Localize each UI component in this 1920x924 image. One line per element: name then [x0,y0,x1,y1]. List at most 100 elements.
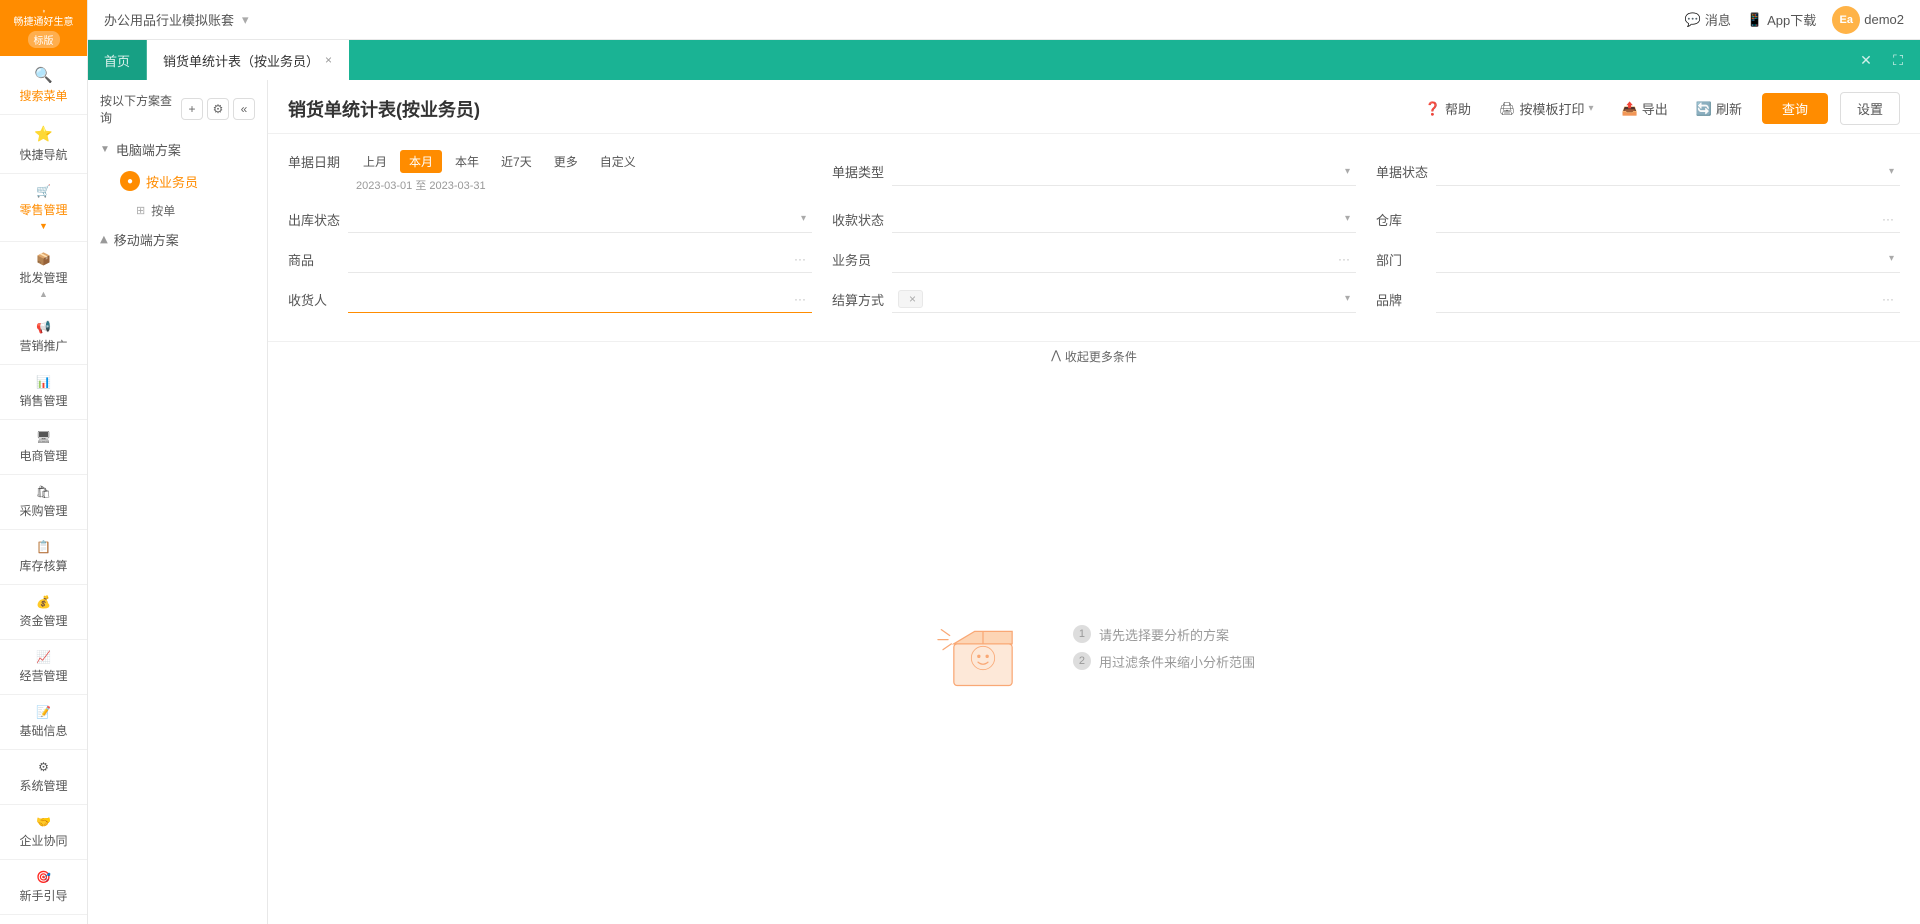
sidebar-retail-label: 零售管理 [19,201,67,218]
docstatus-label: 单据状态 [1376,162,1436,181]
collapse-bar[interactable]: ⋀ 收起更多条件 [268,341,1920,371]
settle-dropdown-icon[interactable]: ▾ [1345,293,1350,304]
collectstatus-control[interactable]: ▾ [892,205,1356,233]
tab-sales-stats-label: 销货单统计表（按业务员） [163,51,319,70]
sidebar-item-operations[interactable]: 📈 经营管理 [0,640,88,695]
print-btn[interactable]: 🖨 按模板打印 ▾ [1491,95,1602,122]
sidebar-item-sales[interactable]: 📊 销售管理 [0,365,88,420]
message-icon: 💬 [1685,12,1701,28]
doctype-control[interactable]: ▾ [892,158,1356,186]
page-title-bar: 销货单统计表(按业务员) ❓ 帮助 🖨 按模板打印 ▾ 📤 [268,80,1920,134]
warehouse-control[interactable]: ··· [1436,205,1900,233]
sidebar-item-system[interactable]: ⚙ 系统管理 [0,750,88,805]
sidebar-item-finance[interactable]: 💰 资金管理 [0,585,88,640]
settle-tag-close[interactable]: × [909,292,916,306]
date-btn-thismonth[interactable]: 本月 [400,150,442,173]
outstatus-control[interactable]: ▾ [348,205,812,233]
date-btn-lastmonth[interactable]: 上月 [354,150,396,173]
salesman-control[interactable]: ··· [892,245,1356,273]
date-btn-custom[interactable]: 自定义 [591,150,645,173]
sidebar-item-wholesale[interactable]: 📦 批发管理 ▲ [0,242,88,310]
avatar: Ea [1832,6,1860,34]
nav-dropdown-icon[interactable]: ▾ [242,12,249,28]
user-name: demo2 [1864,12,1904,27]
empty-state: 1 请先选择要分析的方案 2 用过滤条件来缩小分析范围 [268,371,1920,924]
help-icon: ❓ [1425,101,1441,117]
tab-sales-stats[interactable]: 销货单统计表（按业务员） × [147,40,349,80]
export-btn[interactable]: 📤 导出 [1614,95,1676,122]
sidebar-guide-label: 新手引导 [19,887,67,904]
main-panel: 销货单统计表(按业务员) ❓ 帮助 🖨 按模板打印 ▾ 📤 [268,80,1920,924]
scheme-settings-btn[interactable]: ⚙ [207,98,229,120]
sidebar-shortcut[interactable]: ⭐ 快捷导航 [0,115,88,174]
message-action[interactable]: 💬 消息 [1685,10,1731,29]
refresh-btn[interactable]: 🔄 刷新 [1688,95,1750,122]
scheme-item-salesman-label: 按业务员 [146,172,198,191]
sidebar-search[interactable]: 🔍 搜索菜单 [0,56,88,115]
tab-home-label: 首页 [104,51,130,70]
filter-row-2: 出库状态 ▾ 收款状态 ▾ [288,205,1900,233]
sidebar-item-inventory[interactable]: 📋 库存核算 [0,530,88,585]
query-button[interactable]: 查询 [1762,93,1828,124]
sidebar-item-guide[interactable]: 🎯 新手引导 [0,860,88,915]
consignee-control[interactable]: ··· [348,285,812,313]
scheme-add-btn[interactable]: + [181,98,203,120]
sidebar-shortcut-label: 快捷导航 [19,146,67,163]
filter-outstatus: 出库状态 ▾ [288,205,812,233]
user-action[interactable]: Ea demo2 [1832,6,1904,34]
tip-num-1: 1 [1073,625,1091,643]
settings-button[interactable]: 设置 [1840,92,1900,125]
date-btn-7days[interactable]: 近7天 [492,150,541,173]
filter-area: 单据日期 上月 本月 本年 近7天 更多 自定义 [268,134,1920,341]
scheme-item-active-dot: ● [120,171,140,191]
help-btn[interactable]: ❓ 帮助 [1417,95,1479,122]
scheme-category-mobile[interactable]: ▶ 移动端方案 [88,224,267,255]
sidebar-item-purchase[interactable]: 🛍 采购管理 [0,475,88,530]
scheme-category-desktop[interactable]: ▼ 电脑端方案 [88,134,267,165]
logo-sub: 标版 [28,31,60,48]
sidebar-item-ecommerce[interactable]: 🖥 电商管理 [0,420,88,475]
outstatus-dropdown-icon: ▾ [801,213,806,224]
tab-close-icon[interactable]: × [325,53,332,67]
tab-expand-btn[interactable]: ⛶ [1884,46,1912,74]
filter-row-1: 单据日期 上月 本月 本年 近7天 更多 自定义 [288,150,1900,193]
scheme-sub-item-doc-label: 按单 [151,202,175,219]
collectstatus-dropdown-icon: ▾ [1345,213,1350,224]
purchase-icon: 🛍 [36,485,51,499]
sidebar-item-basic[interactable]: 📝 基础信息 [0,695,88,750]
sidebar-item-collab[interactable]: 🤝 企业协同 [0,805,88,860]
tab-close-btn[interactable]: ✕ [1852,46,1880,74]
brand-control[interactable]: ··· [1436,285,1900,313]
scheme-collapse-btn[interactable]: « [233,98,255,120]
consignee-input[interactable] [354,291,794,306]
brand-dots-icon[interactable]: ··· [1882,292,1894,306]
app-download-action[interactable]: 📱 App下载 [1747,10,1816,29]
salesman-label: 业务员 [832,250,892,269]
sidebar-item-marketing[interactable]: 📢 营销推广 [0,310,88,365]
consignee-dots-icon[interactable]: ··· [794,292,806,306]
goods-dots-icon[interactable]: ··· [794,252,806,266]
scheme-panel: 按以下方案查询 + ⚙ « ▼ 电脑端方案 ● 按业务员 ⊞ [88,80,268,924]
salesman-dots-icon[interactable]: ··· [1338,252,1350,266]
docstatus-control[interactable]: ▾ [1436,158,1900,186]
sidebar-item-retail[interactable]: 🛒 零售管理 ▼ [0,174,88,242]
sidebar-finance-label: 资金管理 [19,612,67,629]
sidebar-system-label: 系统管理 [19,777,67,794]
warehouse-dots-icon[interactable]: ··· [1882,212,1894,226]
scheme-item-salesman[interactable]: ● 按业务员 [88,165,267,197]
sidebar-wholesale-label: 批发管理 [19,269,67,286]
search-icon: 🔍 [34,66,53,84]
date-btn-more[interactable]: 更多 [545,150,587,173]
export-label: 导出 [1642,99,1668,118]
date-btn-thisyear[interactable]: 本年 [446,150,488,173]
app-download-label: App下载 [1767,10,1816,29]
guide-icon: 🎯 [36,870,51,884]
goods-control[interactable]: ··· [348,245,812,273]
print-icon: 🖨 [1499,101,1516,117]
wholesale-icon: 📦 [36,252,51,266]
scheme-sub-item-doc[interactable]: ⊞ 按单 [88,197,267,224]
dept-control[interactable]: ▾ [1436,245,1900,273]
sidebar-item-apps[interactable]: 🧩 应用中心 [0,915,88,924]
sidebar-logo: 好 畅捷通好生意 标版 [0,0,88,56]
tab-home[interactable]: 首页 [88,40,147,80]
